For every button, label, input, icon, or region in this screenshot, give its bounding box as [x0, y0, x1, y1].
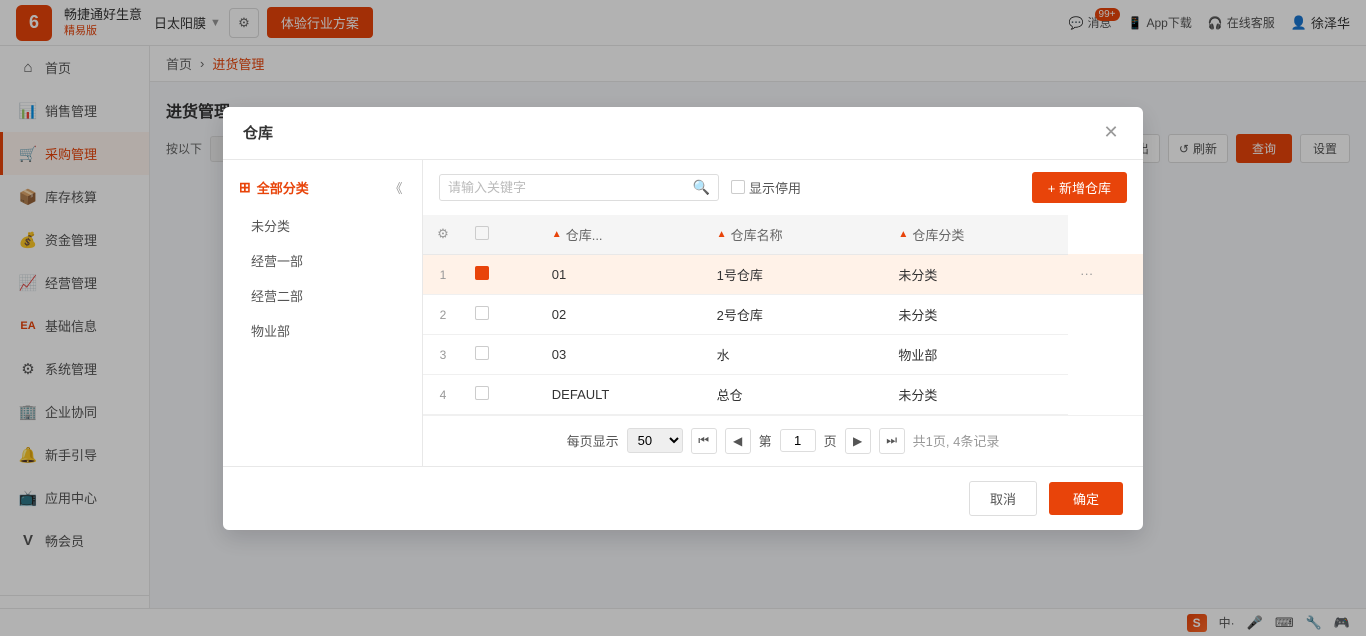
- category-all-button[interactable]: ⊞ 全部分类: [239, 178, 309, 197]
- per-page-select[interactable]: 50 20 100: [627, 428, 683, 453]
- row-category-cell: 物业部: [886, 334, 1068, 374]
- column-settings-icon[interactable]: ⚙: [437, 226, 449, 241]
- row-num-label: 4: [440, 388, 447, 402]
- select-all-checkbox[interactable]: [475, 226, 489, 240]
- row-num-label: 3: [440, 348, 447, 362]
- show-disabled-label[interactable]: 显示停用: [731, 178, 801, 197]
- dialog-title: 仓库: [243, 122, 273, 143]
- modal-overlay: 仓库 ✕ ⊞ 全部分类 《 未分类 经营一部 经营二部 物业部: [0, 0, 1366, 636]
- category-item-uncategorized[interactable]: 未分类: [223, 208, 422, 243]
- row-name-cell: 1号仓库: [705, 254, 887, 294]
- table-row[interactable]: 2 022号仓库未分类: [423, 294, 1143, 334]
- more-actions-icon[interactable]: ···: [1080, 266, 1093, 281]
- prev-page-button[interactable]: ◀: [725, 428, 751, 454]
- dialog-header: 仓库 ✕: [223, 107, 1143, 160]
- row-category-cell: 未分类: [886, 294, 1068, 334]
- th-category: ▲ 仓库分类: [886, 215, 1068, 255]
- pagination: 每页显示 50 20 100 ⏮ ◀ 第 页 ▶ ⏭ 共1页, 4条记录: [423, 415, 1143, 466]
- search-box: 🔍: [439, 174, 719, 201]
- warehouse-table: ⚙ ▲ 仓库...: [423, 215, 1143, 415]
- last-page-button[interactable]: ⏭: [879, 428, 905, 454]
- table-toolbar: 🔍 显示停用 + 新增仓库: [423, 160, 1143, 215]
- category-header: ⊞ 全部分类 《: [223, 172, 422, 208]
- row-actions-cell: 1: [423, 254, 463, 294]
- dialog-body: ⊞ 全部分类 《 未分类 经营一部 经营二部 物业部 🔍: [223, 160, 1143, 466]
- row-name-cell: 总仓: [705, 374, 887, 414]
- close-button[interactable]: ✕: [1099, 121, 1123, 145]
- row-checkbox[interactable]: [475, 306, 489, 320]
- row-num-label: 2: [440, 308, 447, 322]
- category-panel: ⊞ 全部分类 《 未分类 经营一部 经营二部 物业部: [223, 160, 423, 466]
- category-collapse-button[interactable]: 《: [386, 178, 406, 198]
- th-settings: ⚙: [423, 215, 463, 255]
- row-category-cell: 未分类: [886, 254, 1068, 294]
- table-container: ⚙ ▲ 仓库...: [423, 215, 1143, 415]
- row-category-cell: 未分类: [886, 374, 1068, 414]
- confirm-button[interactable]: 确定: [1049, 482, 1123, 515]
- row-actions-cell: 4: [423, 374, 463, 414]
- row-actions-cell: 3: [423, 334, 463, 374]
- cancel-button[interactable]: 取消: [969, 481, 1037, 516]
- row-code-cell: 01: [540, 254, 705, 294]
- row-code-cell: 02: [540, 294, 705, 334]
- page-input[interactable]: [780, 429, 816, 452]
- table-row[interactable]: 3 03水物业部: [423, 334, 1143, 374]
- search-input[interactable]: [448, 180, 687, 195]
- first-page-button[interactable]: ⏮: [691, 428, 717, 454]
- search-icon[interactable]: 🔍: [693, 179, 710, 196]
- th-checkbox: [463, 215, 540, 255]
- row-code-cell: 03: [540, 334, 705, 374]
- row-checkbox[interactable]: [475, 266, 489, 280]
- grid-icon: ⊞: [239, 179, 251, 196]
- th-name: ▲ 仓库名称: [705, 215, 887, 255]
- sort-icon: ▲: [552, 229, 562, 240]
- row-checkbox-cell: [463, 294, 540, 334]
- row-checkbox[interactable]: [475, 386, 489, 400]
- row-name-cell: 2号仓库: [705, 294, 887, 334]
- dialog-footer: 取消 确定: [223, 466, 1143, 530]
- row-more-actions-cell: ···: [1068, 254, 1143, 294]
- row-checkbox-cell: [463, 374, 540, 414]
- row-actions-cell: 2: [423, 294, 463, 334]
- category-item-ops1[interactable]: 经营一部: [223, 243, 422, 278]
- row-checkbox[interactable]: [475, 346, 489, 360]
- row-code-cell: DEFAULT: [540, 374, 705, 414]
- show-disabled-checkbox[interactable]: [731, 180, 745, 194]
- th-code: ▲ 仓库...: [540, 215, 705, 255]
- next-page-button[interactable]: ▶: [845, 428, 871, 454]
- add-warehouse-button[interactable]: + 新增仓库: [1032, 172, 1127, 203]
- table-row[interactable]: 1 011号仓库未分类 ···: [423, 254, 1143, 294]
- category-item-ops2[interactable]: 经营二部: [223, 278, 422, 313]
- sort-name-icon: ▲: [717, 229, 727, 240]
- row-name-cell: 水: [705, 334, 887, 374]
- sort-category-icon: ▲: [898, 229, 908, 240]
- category-item-property[interactable]: 物业部: [223, 313, 422, 348]
- warehouse-dialog: 仓库 ✕ ⊞ 全部分类 《 未分类 经营一部 经营二部 物业部: [223, 107, 1143, 530]
- table-panel: 🔍 显示停用 + 新增仓库 ⚙: [423, 160, 1143, 466]
- row-num-label: 1: [440, 268, 447, 282]
- row-checkbox-cell: [463, 334, 540, 374]
- row-checkbox-cell: [463, 254, 540, 294]
- table-row[interactable]: 4 DEFAULT总仓未分类: [423, 374, 1143, 414]
